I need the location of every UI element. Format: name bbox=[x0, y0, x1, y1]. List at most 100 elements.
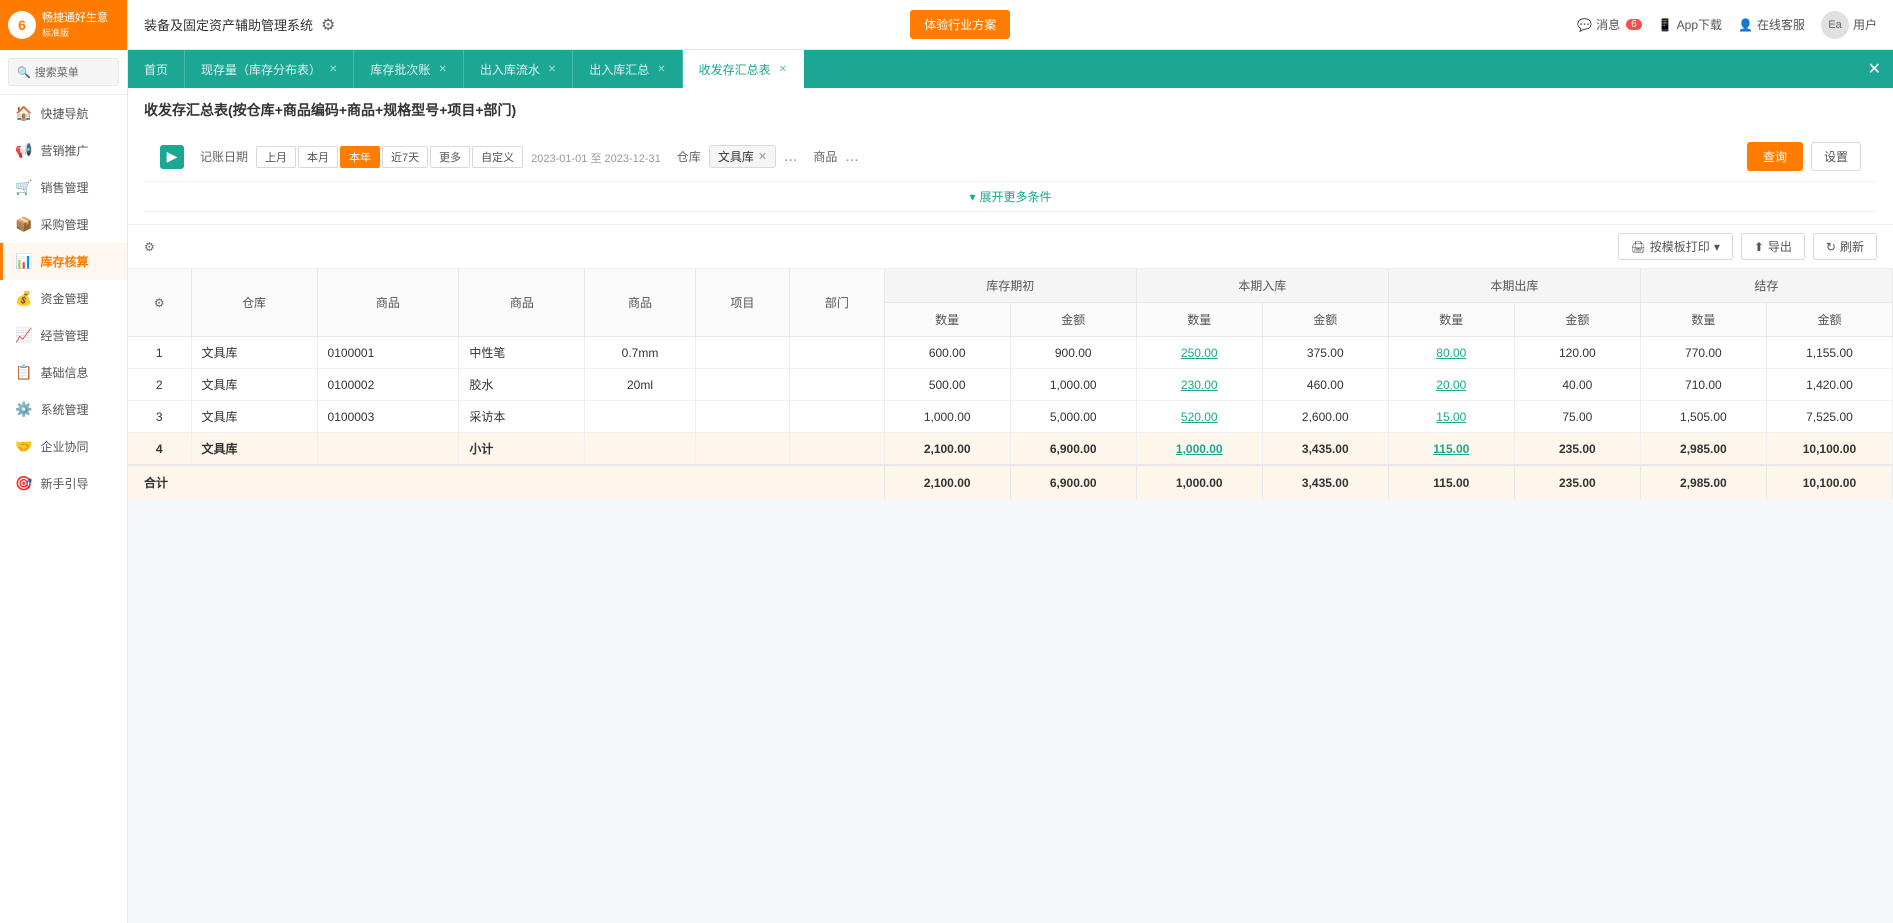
footer-label: 合计 bbox=[128, 465, 884, 499]
date-quick-buttons: 上月 本月 本年 近7天 更多 自定义 bbox=[256, 146, 523, 168]
th-opening-group: 库存期初 bbox=[884, 269, 1136, 303]
cell-inbound-qty[interactable]: 250.00 bbox=[1136, 337, 1262, 369]
sidebar-item-sales[interactable]: 🛒 销售管理 bbox=[0, 169, 127, 206]
warehouse-more-dots[interactable]: ... bbox=[784, 148, 797, 166]
tab-close-batch[interactable]: ✕ bbox=[438, 64, 446, 75]
page-content: 收发存汇总表(按仓库+商品编码+商品+规格型号+项目+部门) ▶ 记账日期 上月… bbox=[128, 88, 1893, 923]
cell-index: 3 bbox=[128, 401, 191, 433]
filter-toggle-button[interactable]: ▶ bbox=[160, 145, 184, 169]
cell-dept bbox=[790, 369, 885, 401]
warehouse-tag[interactable]: 文具库 ✕ bbox=[709, 145, 776, 168]
cell-inbound-qty[interactable]: 520.00 bbox=[1136, 401, 1262, 433]
th-gear-icon[interactable]: ⚙ bbox=[154, 296, 165, 310]
bell-icon: 💬 bbox=[1577, 18, 1592, 32]
tab-close-stock-dist[interactable]: ✕ bbox=[329, 64, 337, 75]
th-outbound-group: 本期出库 bbox=[1388, 269, 1640, 303]
notification-button[interactable]: 💬 消息 6 bbox=[1577, 16, 1642, 33]
sidebar-item-purchase[interactable]: 📦 采购管理 bbox=[0, 206, 127, 243]
sidebar-item-quick-nav[interactable]: 🏠 快捷导航 bbox=[0, 95, 127, 132]
tabbar-close-all[interactable]: ✕ bbox=[1856, 59, 1893, 79]
tab-recv-summary[interactable]: 收发存汇总表 ✕ bbox=[683, 50, 804, 88]
table-body: 1文具库0100001中性笔0.7mm600.00900.00250.00375… bbox=[128, 337, 1893, 466]
table-footer: 合计 2,100.00 6,900.00 1,000.00 3,435.00 1… bbox=[128, 465, 1893, 499]
sidebar-item-basic[interactable]: 📋 基础信息 bbox=[0, 354, 127, 391]
page-title: 收发存汇总表(按仓库+商品编码+商品+规格型号+项目+部门) bbox=[144, 100, 1877, 120]
basic-icon: 📋 bbox=[15, 364, 32, 381]
topbar-left: 装备及固定资产辅助管理系统 ⚙ bbox=[144, 15, 335, 35]
print-button[interactable]: 🖨 按模板打印 ▾ bbox=[1618, 233, 1733, 260]
cell-opening-qty: 1,000.00 bbox=[884, 401, 1010, 433]
marketing-icon: 📢 bbox=[15, 142, 32, 159]
date-label: 记账日期 bbox=[200, 148, 248, 165]
cell-outbound-qty[interactable]: 80.00 bbox=[1388, 337, 1514, 369]
footer-inbound-qty: 1,000.00 bbox=[1136, 465, 1262, 499]
footer-row: 合计 2,100.00 6,900.00 1,000.00 3,435.00 1… bbox=[128, 465, 1893, 499]
user-avatar[interactable]: Ea 用户 bbox=[1821, 11, 1877, 39]
filter-bar: ▶ 记账日期 上月 本月 本年 近7天 更多 自定义 2023-01-01 至 … bbox=[144, 132, 1877, 182]
sidebar-item-newbie[interactable]: 🎯 新手引导 bbox=[0, 465, 127, 502]
filter-settings-button[interactable]: 设置 bbox=[1811, 142, 1861, 171]
warehouse-tag-close[interactable]: ✕ bbox=[758, 150, 767, 163]
operations-icon: 📈 bbox=[15, 327, 32, 344]
cell-spec bbox=[585, 433, 695, 466]
system-icon: ⚙️ bbox=[15, 401, 32, 418]
refresh-button[interactable]: ↻ 刷新 bbox=[1813, 233, 1877, 260]
th-inbound-qty: 数量 bbox=[1136, 303, 1262, 337]
finance-icon: 💰 bbox=[15, 290, 32, 307]
date-btn-this-month[interactable]: 本月 bbox=[298, 146, 338, 168]
tab-batch[interactable]: 库存批次账 ✕ bbox=[354, 50, 463, 88]
sidebar-item-operations[interactable]: 📈 经营管理 bbox=[0, 317, 127, 354]
tab-stock-dist[interactable]: 现存量（库存分布表） ✕ bbox=[185, 50, 354, 88]
export-button[interactable]: ⬆ 导出 bbox=[1741, 233, 1805, 260]
date-btn-7days[interactable]: 近7天 bbox=[382, 146, 428, 168]
cell-index: 4 bbox=[128, 433, 191, 466]
product-more-dots[interactable]: ... bbox=[845, 148, 858, 166]
cell-closing-amt: 10,100.00 bbox=[1766, 433, 1892, 466]
online-service-button[interactable]: 👤 在线客服 bbox=[1738, 16, 1805, 33]
app-download-button[interactable]: 📱 App下载 bbox=[1658, 16, 1722, 33]
sidebar-item-finance[interactable]: 💰 资金管理 bbox=[0, 280, 127, 317]
table-row: 1文具库0100001中性笔0.7mm600.00900.00250.00375… bbox=[128, 337, 1893, 369]
cell-outbound-qty[interactable]: 15.00 bbox=[1388, 401, 1514, 433]
search-icon: 🔍 bbox=[17, 66, 31, 79]
tab-close-inout-summary[interactable]: ✕ bbox=[657, 64, 665, 75]
cell-inbound-qty[interactable]: 1,000.00 bbox=[1136, 433, 1262, 466]
cell-project bbox=[695, 337, 790, 369]
trial-button[interactable]: 体验行业方案 bbox=[910, 10, 1010, 39]
sidebar-item-inventory[interactable]: 📊 库存核算 bbox=[0, 243, 127, 280]
query-button[interactable]: 查询 bbox=[1747, 142, 1803, 171]
footer-outbound-amt: 235.00 bbox=[1514, 465, 1640, 499]
cell-outbound-amt: 40.00 bbox=[1514, 369, 1640, 401]
date-btn-last-month[interactable]: 上月 bbox=[256, 146, 296, 168]
cell-project bbox=[695, 433, 790, 466]
date-btn-this-year[interactable]: 本年 bbox=[340, 146, 380, 168]
sidebar-item-system[interactable]: ⚙️ 系统管理 bbox=[0, 391, 127, 428]
topbar-settings-icon[interactable]: ⚙ bbox=[321, 15, 335, 35]
cell-inbound-qty[interactable]: 230.00 bbox=[1136, 369, 1262, 401]
topbar: 装备及固定资产辅助管理系统 ⚙ 体验行业方案 💬 消息 6 📱 App下载 👤 … bbox=[128, 0, 1893, 50]
cell-spec: 20ml bbox=[585, 369, 695, 401]
sidebar-item-enterprise[interactable]: 🤝 企业协同 bbox=[0, 428, 127, 465]
search-menu-button[interactable]: 🔍 搜索菜单 bbox=[8, 58, 119, 86]
cell-spec bbox=[585, 401, 695, 433]
th-closing-amt: 金额 bbox=[1766, 303, 1892, 337]
cell-index: 2 bbox=[128, 369, 191, 401]
enterprise-icon: 🤝 bbox=[15, 438, 32, 455]
tab-inout-summary[interactable]: 出入库汇总 ✕ bbox=[573, 50, 682, 88]
cell-outbound-amt: 75.00 bbox=[1514, 401, 1640, 433]
cell-project bbox=[695, 369, 790, 401]
inventory-icon: 📊 bbox=[15, 253, 32, 270]
tab-close-inout-flow[interactable]: ✕ bbox=[548, 64, 556, 75]
tab-close-recv-summary[interactable]: ✕ bbox=[779, 64, 787, 75]
chevron-print-icon: ▾ bbox=[1714, 240, 1720, 254]
cell-outbound-qty[interactable]: 20.00 bbox=[1388, 369, 1514, 401]
table-settings-icon[interactable]: ⚙ bbox=[144, 240, 155, 254]
date-btn-more[interactable]: 更多 bbox=[430, 146, 470, 168]
date-btn-custom[interactable]: 自定义 bbox=[472, 146, 523, 168]
footer-inbound-amt: 3,435.00 bbox=[1262, 465, 1388, 499]
expand-more-button[interactable]: ▾ 展开更多条件 bbox=[969, 188, 1051, 205]
tab-inout-flow[interactable]: 出入库流水 ✕ bbox=[464, 50, 573, 88]
tab-home[interactable]: 首页 bbox=[128, 50, 185, 88]
sidebar-item-marketing[interactable]: 📢 营销推广 bbox=[0, 132, 127, 169]
cell-outbound-qty[interactable]: 115.00 bbox=[1388, 433, 1514, 466]
